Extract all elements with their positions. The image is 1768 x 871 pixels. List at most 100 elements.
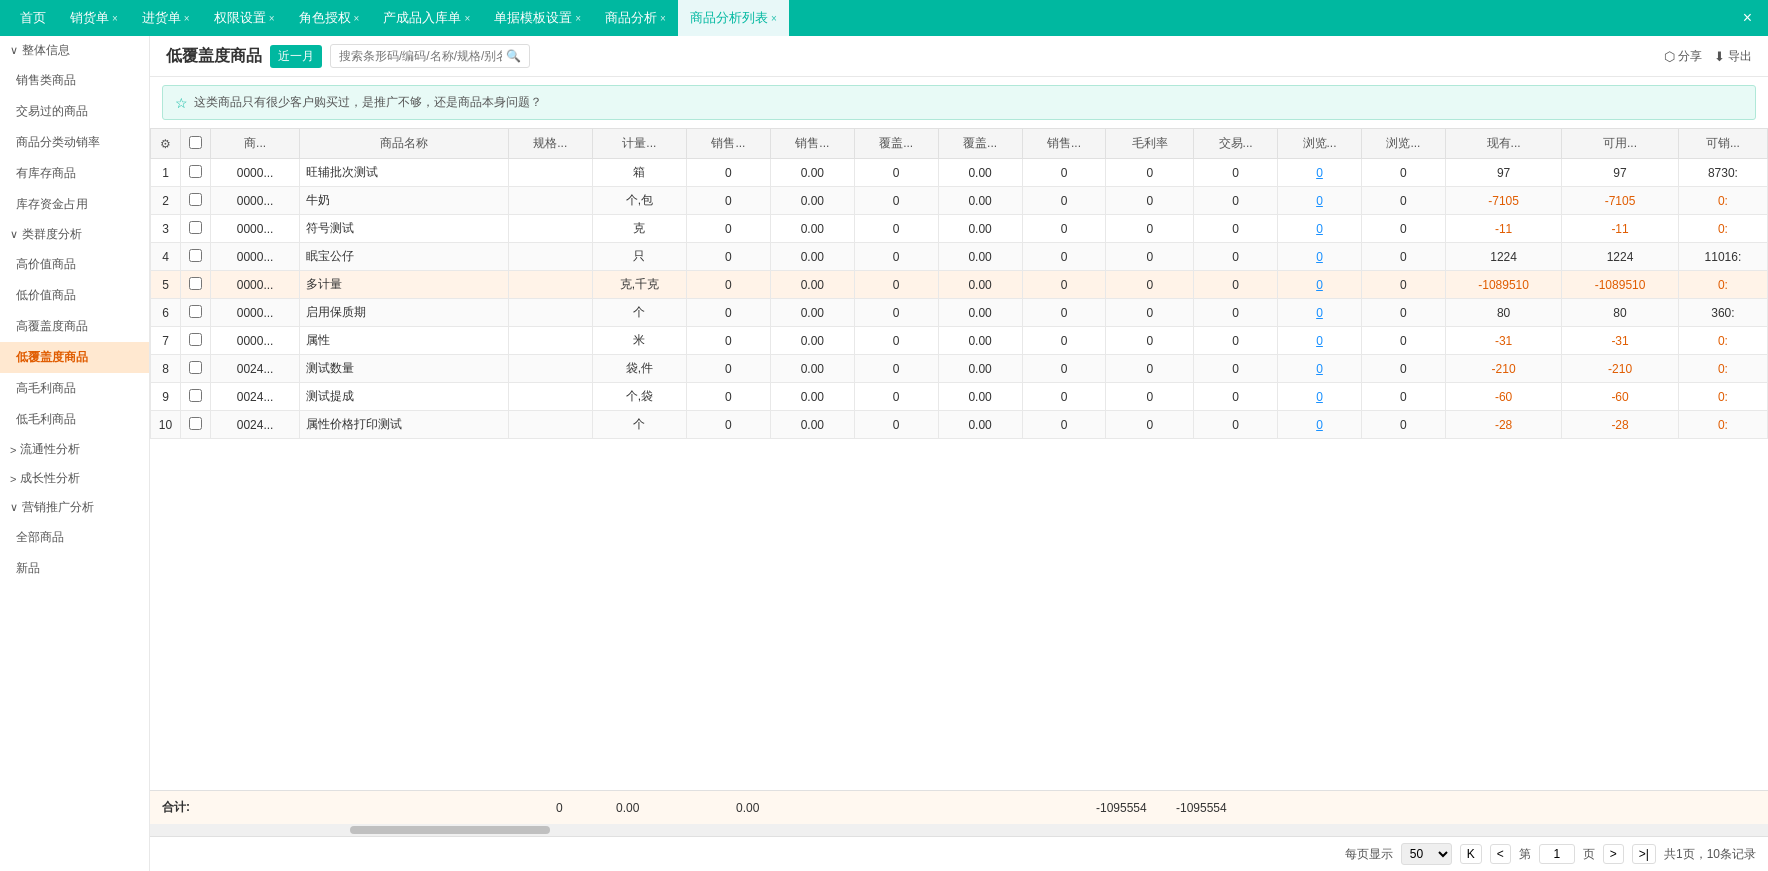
nav-close-icon[interactable]: × [464,13,470,24]
nav-purchase-order[interactable]: 进货单 × [130,0,202,36]
next-page-button[interactable]: > [1603,844,1624,864]
row-checkbox[interactable] [181,159,211,187]
sidebar-item-sales-products[interactable]: 销售类商品 [0,65,149,96]
sidebar-growth-analysis[interactable]: > 成长性分析 [0,464,149,493]
row-checkbox[interactable] [181,215,211,243]
row-browse2: 0 [1361,159,1445,187]
row-browse1[interactable]: 0 [1278,159,1362,187]
sidebar-overall-info[interactable]: ∨ 整体信息 [0,36,149,65]
row-available: -11 [1562,215,1678,243]
nav-role-auth[interactable]: 角色授权 × [287,0,372,36]
row-checkbox[interactable] [181,355,211,383]
sidebar-circulation-analysis[interactable]: > 流通性分析 [0,435,149,464]
info-banner: ☆ 这类商品只有很少客户购买过，是推广不够，还是商品本身问题？ [162,85,1756,120]
period-button[interactable]: 近一月 [270,45,322,68]
row-select-checkbox[interactable] [189,417,202,430]
nav-close-icon[interactable]: × [184,13,190,24]
sidebar-item-low-margin[interactable]: 低毛利商品 [0,404,149,435]
sidebar-item-all-products[interactable]: 全部商品 [0,522,149,553]
nav-product-analysis[interactable]: 商品分析 × [593,0,678,36]
nav-template-settings[interactable]: 单据模板设置 × [482,0,593,36]
row-select-checkbox[interactable] [189,333,202,346]
export-icon: ⬇ [1714,49,1725,64]
row-browse1[interactable]: 0 [1278,271,1362,299]
sidebar-item-traded-products[interactable]: 交易过的商品 [0,96,149,127]
sidebar-item-in-stock[interactable]: 有库存商品 [0,158,149,189]
search-input[interactable] [339,49,502,63]
row-select-checkbox[interactable] [189,249,202,262]
row-browse1[interactable]: 0 [1278,383,1362,411]
export-button[interactable]: ⬇ 导出 [1714,48,1752,65]
sidebar-marketing-analysis[interactable]: ∨ 营销推广分析 [0,493,149,522]
row-checkbox[interactable] [181,411,211,439]
sidebar-item-high-coverage[interactable]: 高覆盖度商品 [0,311,149,342]
search-icon[interactable]: 🔍 [506,49,521,63]
row-code: 0000... [211,215,300,243]
sidebar-item-category-sales-rate[interactable]: 商品分类动销率 [0,127,149,158]
nav-close-icon[interactable]: × [660,13,666,24]
sidebar-item-capital-occupation[interactable]: 库存资金占用 [0,189,149,220]
nav-sales-order[interactable]: 销货单 × [58,0,130,36]
row-checkbox[interactable] [181,243,211,271]
chevron-right-icon: > [10,473,16,485]
row-checkbox[interactable] [181,271,211,299]
row-unit: 个,包 [592,187,686,215]
row-browse1[interactable]: 0 [1278,299,1362,327]
row-select-checkbox[interactable] [189,221,202,234]
row-checkbox[interactable] [181,383,211,411]
row-checkbox[interactable] [181,327,211,355]
row-browse1[interactable]: 0 [1278,215,1362,243]
row-browse1[interactable]: 0 [1278,327,1362,355]
nav-close-icon[interactable]: × [112,13,118,24]
row-checkbox[interactable] [181,299,211,327]
row-select-checkbox[interactable] [189,361,202,374]
nav-product-analysis-list[interactable]: 商品分析列表 × [678,0,789,36]
sidebar-collapse-button[interactable]: « [149,96,150,132]
row-sales-3: 0 [1022,187,1106,215]
close-window-icon[interactable]: × [1735,9,1760,27]
prev-page-button[interactable]: < [1490,844,1511,864]
nav-close-icon[interactable]: × [771,13,777,24]
row-spec [508,327,592,355]
row-browse2: 0 [1361,243,1445,271]
nav-close-icon[interactable]: × [354,13,360,24]
row-select-checkbox[interactable] [189,193,202,206]
nav-product-inbound[interactable]: 产成品入库单 × [371,0,482,36]
sidebar-item-high-margin[interactable]: 高毛利商品 [0,373,149,404]
nav-close-icon[interactable]: × [269,13,275,24]
row-unit: 米 [592,327,686,355]
row-num: 9 [151,383,181,411]
sidebar-item-high-value[interactable]: 高价值商品 [0,249,149,280]
row-browse1[interactable]: 0 [1278,243,1362,271]
th-checkbox[interactable] [181,129,211,159]
row-browse1[interactable]: 0 [1278,411,1362,439]
row-gross-rate: 0 [1106,299,1194,327]
nav-permissions[interactable]: 权限设置 × [202,0,287,36]
row-select-checkbox[interactable] [189,277,202,290]
nav-home[interactable]: 首页 [8,0,58,36]
th-settings[interactable]: ⚙ [151,129,181,159]
row-coverage-r: 0.00 [938,383,1022,411]
sidebar-item-low-coverage[interactable]: 低覆盖度商品 [0,342,149,373]
first-page-button[interactable]: K [1460,844,1482,864]
row-browse1[interactable]: 0 [1278,187,1362,215]
page-size-label: 每页显示 [1345,846,1393,863]
page-size-select[interactable]: 50 10 20 100 [1401,843,1452,865]
sidebar-cluster-analysis[interactable]: ∨ 类群度分析 [0,220,149,249]
row-sales-amount: 0.00 [770,383,854,411]
row-select-checkbox[interactable] [189,305,202,318]
share-button[interactable]: ⬡ 分享 [1664,48,1702,65]
sidebar-item-low-value[interactable]: 低价值商品 [0,280,149,311]
row-browse1[interactable]: 0 [1278,355,1362,383]
row-coverage-c: 0 [854,159,938,187]
row-select-checkbox[interactable] [189,389,202,402]
page-number-input[interactable] [1539,844,1575,864]
sidebar-item-new-products[interactable]: 新品 [0,553,149,584]
horizontal-scrollbar[interactable] [150,824,1768,836]
last-page-button[interactable]: >| [1632,844,1656,864]
nav-close-icon[interactable]: × [575,13,581,24]
row-checkbox[interactable] [181,187,211,215]
share-icon: ⬡ [1664,49,1675,64]
select-all-checkbox[interactable] [189,136,202,149]
row-select-checkbox[interactable] [189,165,202,178]
